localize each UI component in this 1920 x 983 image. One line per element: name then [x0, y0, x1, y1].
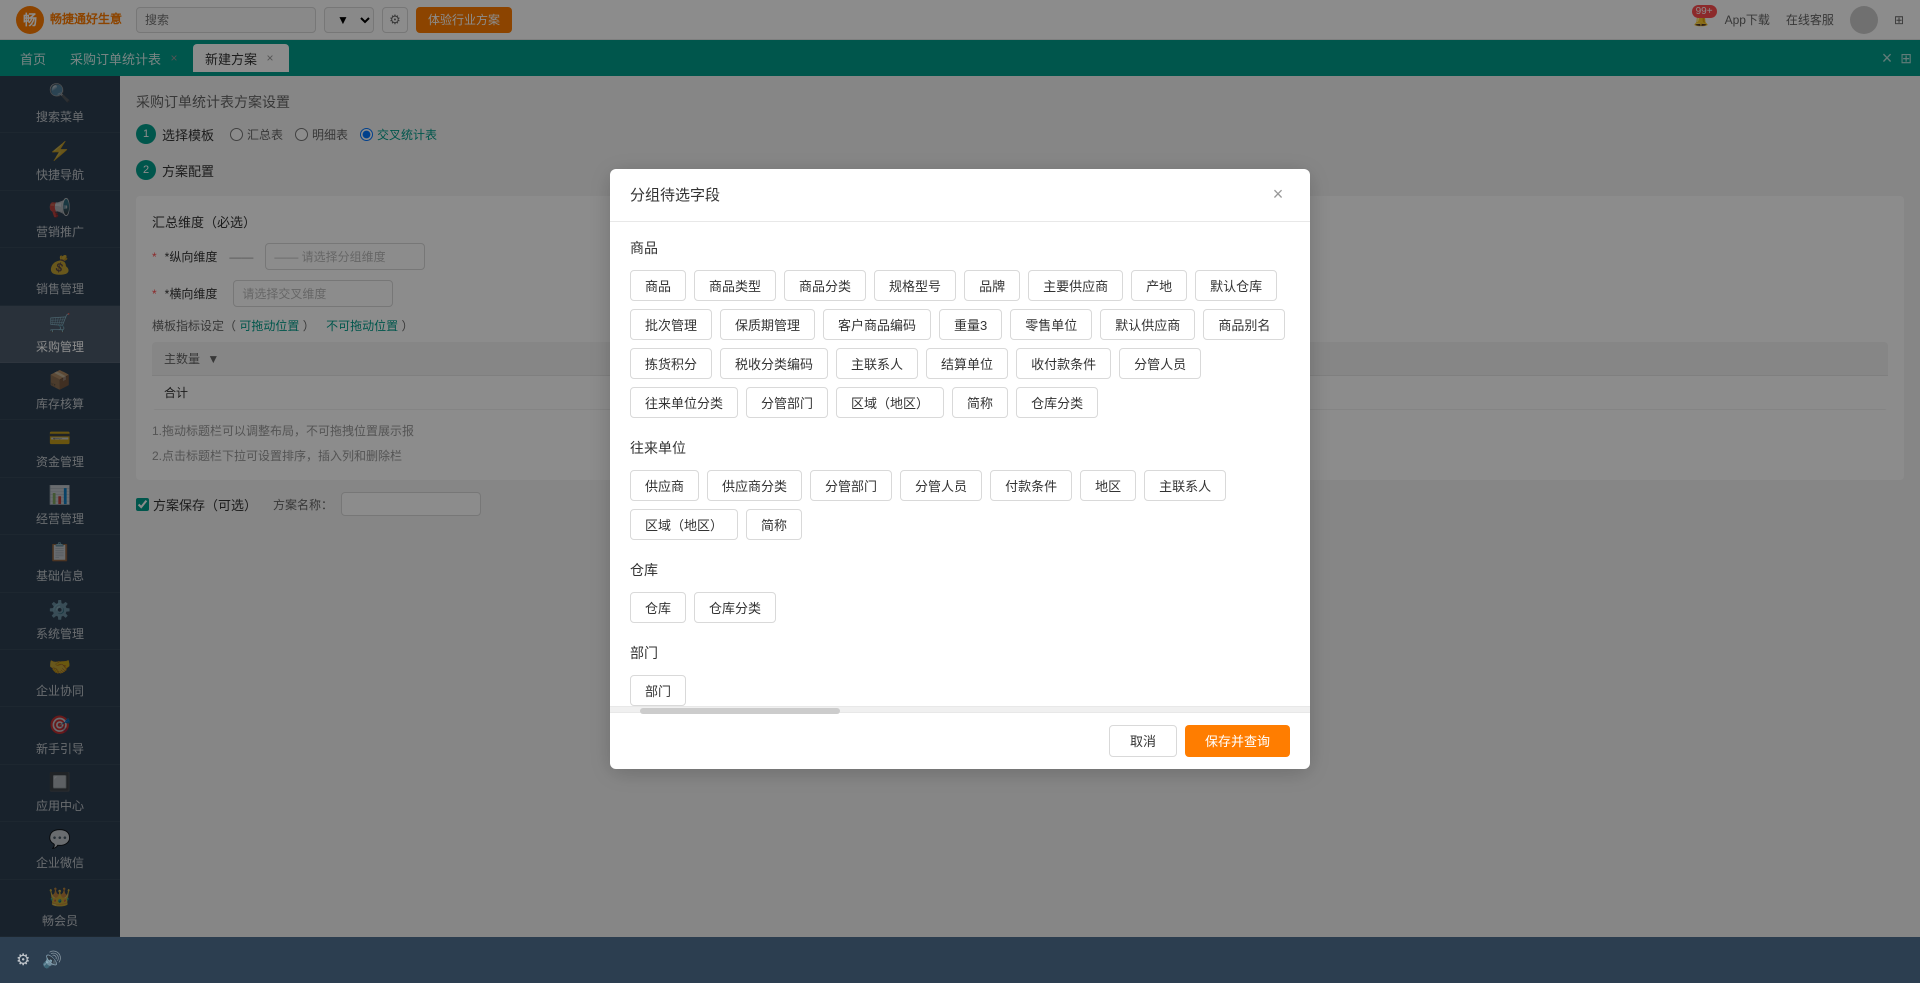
field-tag[interactable]: 收付款条件: [1016, 348, 1111, 379]
section-goods: 商品 商品 商品类型 商品分类 规格型号 品牌 主要供应商 产地 默认仓库 批次…: [630, 238, 1290, 418]
field-tag[interactable]: 主要供应商: [1028, 270, 1123, 301]
settings-bottom-icon[interactable]: ⚙: [16, 950, 30, 970]
modal-footer: 取消 保存并查询: [610, 712, 1310, 769]
section-dept-tags: 部门: [630, 675, 1290, 706]
field-tag[interactable]: 仓库分类: [1016, 387, 1098, 418]
modal-dialog: 分组待选字段 × 商品 商品 商品类型 商品分类 规格型号 品牌 主要供应商 产…: [610, 169, 1310, 769]
field-tag[interactable]: 简称: [952, 387, 1008, 418]
field-tag[interactable]: 默认供应商: [1100, 309, 1195, 340]
modal-body: 商品 商品 商品类型 商品分类 规格型号 品牌 主要供应商 产地 默认仓库 批次…: [610, 222, 1310, 707]
field-tag[interactable]: 往来单位分类: [630, 387, 738, 418]
field-tag[interactable]: 结算单位: [926, 348, 1008, 379]
modal-overlay: 分组待选字段 × 商品 商品 商品类型 商品分类 规格型号 品牌 主要供应商 产…: [0, 0, 1920, 937]
field-tag[interactable]: 拣货积分: [630, 348, 712, 379]
field-tag[interactable]: 分管人员: [900, 470, 982, 501]
section-warehouse: 仓库 仓库 仓库分类: [630, 560, 1290, 623]
bottom-icons: ⚙ 🔊: [16, 950, 62, 970]
modal-scrollbar-thumb: [640, 708, 840, 714]
field-tag[interactable]: 客户商品编码: [823, 309, 931, 340]
volume-bottom-icon[interactable]: 🔊: [42, 950, 62, 970]
field-tag[interactable]: 供应商: [630, 470, 699, 501]
section-partner-title: 往来单位: [630, 438, 1290, 458]
field-tag[interactable]: 商品分类: [784, 270, 866, 301]
field-tag[interactable]: 部门: [630, 675, 686, 706]
section-partner-tags: 供应商 供应商分类 分管部门 分管人员 付款条件 地区 主联系人 区域（地区） …: [630, 470, 1290, 540]
cancel-button[interactable]: 取消: [1109, 725, 1177, 757]
field-tag[interactable]: 默认仓库: [1195, 270, 1277, 301]
section-partner: 往来单位 供应商 供应商分类 分管部门 分管人员 付款条件 地区 主联系人 区域…: [630, 438, 1290, 540]
modal-close-btn[interactable]: ×: [1266, 183, 1290, 207]
section-dept-title: 部门: [630, 643, 1290, 663]
field-tag[interactable]: 区域（地区）: [630, 509, 738, 540]
field-tag[interactable]: 分管人员: [1119, 348, 1201, 379]
field-tag[interactable]: 分管部门: [746, 387, 828, 418]
save-confirm-button[interactable]: 保存并查询: [1185, 725, 1290, 757]
section-dept: 部门 部门: [630, 643, 1290, 706]
field-tag[interactable]: 零售单位: [1010, 309, 1092, 340]
section-warehouse-title: 仓库: [630, 560, 1290, 580]
field-tag[interactable]: 供应商分类: [707, 470, 802, 501]
section-warehouse-tags: 仓库 仓库分类: [630, 592, 1290, 623]
field-tag[interactable]: 保质期管理: [720, 309, 815, 340]
field-tag[interactable]: 商品: [630, 270, 686, 301]
modal-h-scrollbar[interactable]: [610, 706, 1310, 711]
field-tag[interactable]: 产地: [1131, 270, 1187, 301]
field-tag[interactable]: 规格型号: [874, 270, 956, 301]
field-tag[interactable]: 批次管理: [630, 309, 712, 340]
field-tag[interactable]: 地区: [1080, 470, 1136, 501]
modal-header: 分组待选字段 ×: [610, 169, 1310, 222]
field-tag[interactable]: 付款条件: [990, 470, 1072, 501]
field-tag[interactable]: 仓库: [630, 592, 686, 623]
field-tag[interactable]: 主联系人: [836, 348, 918, 379]
section-goods-tags: 商品 商品类型 商品分类 规格型号 品牌 主要供应商 产地 默认仓库 批次管理 …: [630, 270, 1290, 418]
field-tag[interactable]: 商品类型: [694, 270, 776, 301]
bottom-bar: ⚙ 🔊: [0, 937, 1920, 983]
field-tag[interactable]: 重量3: [939, 309, 1002, 340]
field-tag[interactable]: 区域（地区）: [836, 387, 944, 418]
field-tag[interactable]: 简称: [746, 509, 802, 540]
field-tag[interactable]: 税收分类编码: [720, 348, 828, 379]
field-tag[interactable]: 主联系人: [1144, 470, 1226, 501]
section-goods-title: 商品: [630, 238, 1290, 258]
field-tag[interactable]: 仓库分类: [694, 592, 776, 623]
modal-title: 分组待选字段: [630, 184, 720, 205]
field-tag[interactable]: 商品别名: [1203, 309, 1285, 340]
field-tag[interactable]: 品牌: [964, 270, 1020, 301]
field-tag[interactable]: 分管部门: [810, 470, 892, 501]
